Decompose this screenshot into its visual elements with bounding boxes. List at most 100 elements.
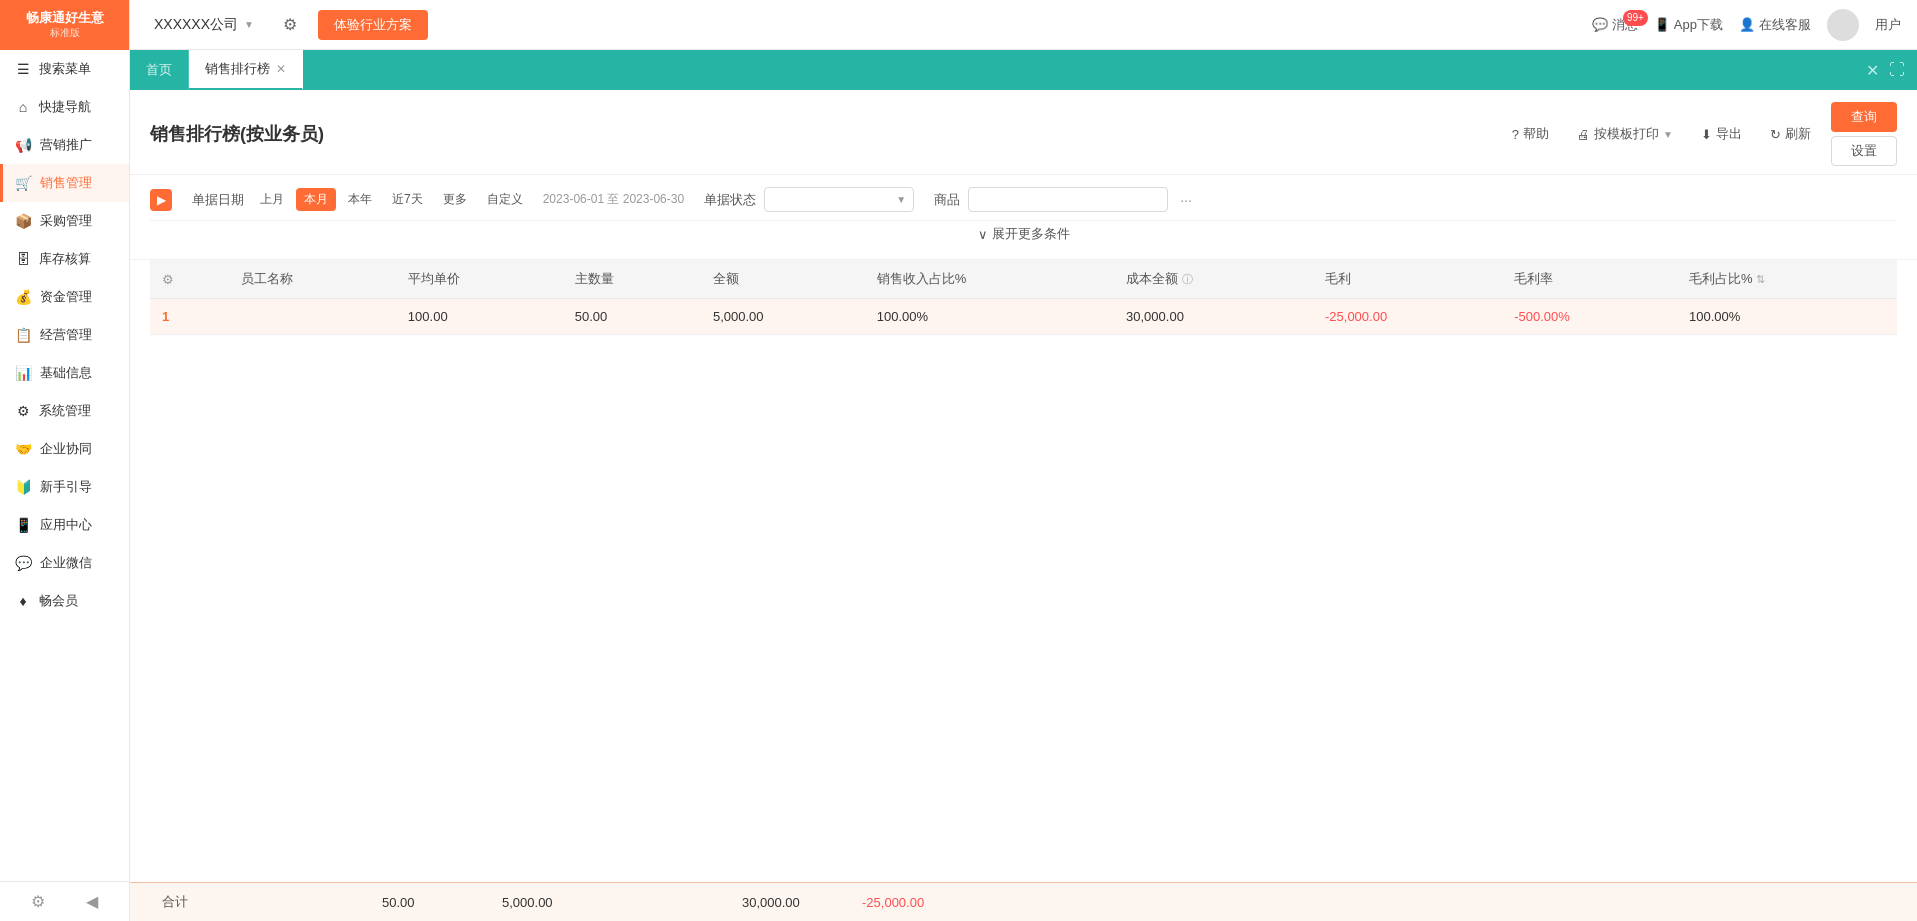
page-title-bar: 销售排行榜(按业务员) ? 帮助 🖨 按模板打印 ▼ ⬇ 导出	[130, 90, 1917, 175]
col-header-settings-col: ⚙	[150, 260, 229, 299]
expand-more-btn[interactable]: ∨ 展开更多条件	[150, 220, 1897, 247]
filter-row: ▶ 单据日期 上月本月本年近7天更多自定义 2023-06-01 至 2023-…	[150, 187, 1897, 212]
message-icon: 💬	[1592, 17, 1608, 32]
status-select[interactable]	[764, 187, 914, 212]
close-all-tabs-icon[interactable]: ✕	[1866, 61, 1879, 80]
tab-sales-rank[interactable]: 销售排行榜✕	[189, 50, 303, 90]
collapse-icon[interactable]: ◀	[86, 892, 98, 911]
table-settings-btn[interactable]: 设置	[1831, 136, 1897, 166]
sidebar-logo: 畅康通好生意 标准版	[0, 0, 129, 50]
cell-gross: -25,000.00	[1313, 299, 1502, 335]
status-select-wrapper: ▼	[764, 187, 914, 212]
sidebar-item-quick-nav[interactable]: ⌂ 快捷导航	[0, 88, 129, 126]
sidebar-icon-purchase: 📦	[15, 213, 32, 229]
tab-close-sales-rank[interactable]: ✕	[276, 62, 286, 76]
sidebar-item-member[interactable]: ♦ 畅会员	[0, 582, 129, 620]
sidebar-icon-finance: 💰	[15, 289, 32, 305]
sidebar-label-operations: 经营管理	[40, 326, 92, 344]
refresh-btn[interactable]: ↻ 刷新	[1762, 121, 1819, 147]
sidebar-icon-quick-nav: ⌂	[15, 99, 31, 115]
footer-amount: 5,000.00	[502, 895, 602, 910]
logo-sub: 标准版	[50, 26, 80, 40]
sidebar-item-inventory[interactable]: 🗄 库存核算	[0, 240, 129, 278]
message-btn[interactable]: 💬 消息 99+	[1592, 16, 1638, 34]
col-header-avg-price: 平均单价	[396, 260, 563, 299]
date-btn-更多[interactable]: 更多	[435, 188, 475, 211]
goods-filter-label: 商品	[934, 191, 960, 209]
sidebar-item-marketing[interactable]: 📢 营销推广	[0, 126, 129, 164]
sales-rank-table: ⚙员工名称平均单价主数量全额销售收入占比%成本全额 ⓘ毛利毛利率毛利占比% ⇅ …	[150, 260, 1897, 335]
sidebar-icon-member: ♦	[15, 593, 31, 609]
sidebar-item-wechat[interactable]: 💬 企业微信	[0, 544, 129, 582]
date-filter: 单据日期 上月本月本年近7天更多自定义 2023-06-01 至 2023-06…	[192, 188, 684, 211]
col-settings-icon[interactable]: ⚙	[162, 272, 174, 287]
company-dropdown-arrow: ▼	[244, 19, 254, 30]
sidebar-item-sales[interactable]: 🛒 销售管理	[0, 164, 129, 202]
sidebar-label-member: 畅会员	[39, 592, 78, 610]
sidebar-label-app-center: 应用中心	[40, 516, 92, 534]
sidebar-icon-operations: 📋	[15, 327, 32, 343]
app-icon: 📱	[1654, 17, 1670, 32]
tabs-container: 首页销售排行榜✕	[130, 50, 303, 90]
col-header-amount: 全额	[701, 260, 865, 299]
sidebar: 畅康通好生意 标准版 ☰ 搜索菜单⌂ 快捷导航📢 营销推广🛒 销售管理📦 采购管…	[0, 0, 130, 921]
sidebar-item-search-order[interactable]: ☰ 搜索菜单	[0, 50, 129, 88]
arrow-icon: ▶	[157, 193, 166, 207]
header-settings-btn[interactable]: ⚙	[274, 9, 306, 41]
footer-gross: -25,000.00	[862, 895, 962, 910]
template-print-btn[interactable]: 🖨 按模板打印 ▼	[1569, 121, 1681, 147]
avatar[interactable]	[1827, 9, 1859, 41]
cell-employee	[229, 299, 396, 335]
col-header-main-qty: 主数量	[563, 260, 701, 299]
restore-icon[interactable]: ⛶	[1889, 61, 1905, 79]
sidebar-item-app-center[interactable]: 📱 应用中心	[0, 506, 129, 544]
settings-bottom-icon[interactable]: ⚙	[31, 892, 45, 911]
sidebar-item-system[interactable]: ⚙ 系统管理	[0, 392, 129, 430]
export-btn[interactable]: ⬇ 导出	[1693, 121, 1750, 147]
goods-input[interactable]	[968, 187, 1168, 212]
cell-avg-price: 100.00	[396, 299, 563, 335]
service-icon: 👤	[1739, 17, 1755, 32]
goods-more-icon[interactable]: ···	[1180, 192, 1192, 208]
company-selector[interactable]: XXXXXX公司 ▼	[146, 12, 262, 38]
page-actions: ? 帮助 🖨 按模板打印 ▼ ⬇ 导出 ↻ 刷新	[1504, 102, 1897, 166]
page-content: 销售排行榜(按业务员) ? 帮助 🖨 按模板打印 ▼ ⬇ 导出	[130, 90, 1917, 921]
sidebar-item-basic-info[interactable]: 📊 基础信息	[0, 354, 129, 392]
gross-pct-sort-icon[interactable]: ⇅	[1756, 273, 1765, 285]
sidebar-label-enterprise: 企业协同	[40, 440, 92, 458]
app-download-btn[interactable]: 📱 App下载	[1654, 16, 1723, 34]
online-service-btn[interactable]: 👤 在线客服	[1739, 16, 1811, 34]
tab-label-home: 首页	[146, 61, 172, 79]
refresh-icon: ↻	[1770, 127, 1781, 142]
cell-cost: 30,000.00	[1114, 299, 1313, 335]
cell-gross-rate: -500.00%	[1502, 299, 1677, 335]
filter-expand-icon[interactable]: ▶	[150, 189, 172, 211]
table-footer: 合计 50.00 5,000.00 30,000.00 -25,000.00	[130, 882, 1917, 921]
sidebar-icon-app-center: 📱	[15, 517, 32, 533]
sidebar-icon-basic-info: 📊	[15, 365, 32, 381]
sidebar-icon-enterprise: 🤝	[15, 441, 32, 457]
cost-help-icon[interactable]: ⓘ	[1182, 273, 1193, 285]
date-btn-本月[interactable]: 本月	[296, 188, 336, 211]
table-header: ⚙员工名称平均单价主数量全额销售收入占比%成本全额 ⓘ毛利毛利率毛利占比% ⇅	[150, 260, 1897, 299]
trial-industry-btn[interactable]: 体验行业方案	[318, 10, 428, 40]
help-btn[interactable]: ? 帮助	[1504, 121, 1557, 147]
sidebar-item-purchase[interactable]: 📦 采购管理	[0, 202, 129, 240]
sidebar-item-enterprise[interactable]: 🤝 企业协同	[0, 430, 129, 468]
date-btn-上月[interactable]: 上月	[252, 188, 292, 211]
tab-home[interactable]: 首页	[130, 50, 189, 90]
top-header: XXXXXX公司 ▼ ⚙ 体验行业方案 💬 消息 99+ 📱 App下载 👤 在…	[130, 0, 1917, 50]
footer-label: 合计	[162, 893, 242, 911]
sidebar-icon-system: ⚙	[15, 403, 31, 419]
col-header-gross-profit: 毛利	[1313, 260, 1502, 299]
date-btn-近7天[interactable]: 近7天	[384, 188, 431, 211]
sidebar-nav: ☰ 搜索菜单⌂ 快捷导航📢 营销推广🛒 销售管理📦 采购管理🗄 库存核算💰 资金…	[0, 50, 129, 620]
date-btn-本年[interactable]: 本年	[340, 188, 380, 211]
sidebar-item-beginner[interactable]: 🔰 新手引导	[0, 468, 129, 506]
sidebar-item-operations[interactable]: 📋 经营管理	[0, 316, 129, 354]
date-btn-自定义[interactable]: 自定义	[479, 188, 531, 211]
query-btn[interactable]: 查询	[1831, 102, 1897, 132]
tab-bar: 首页销售排行榜✕ ✕ ⛶	[130, 50, 1917, 90]
col-header-cost-amount: 成本全额 ⓘ	[1114, 260, 1313, 299]
sidebar-item-finance[interactable]: 💰 资金管理	[0, 278, 129, 316]
